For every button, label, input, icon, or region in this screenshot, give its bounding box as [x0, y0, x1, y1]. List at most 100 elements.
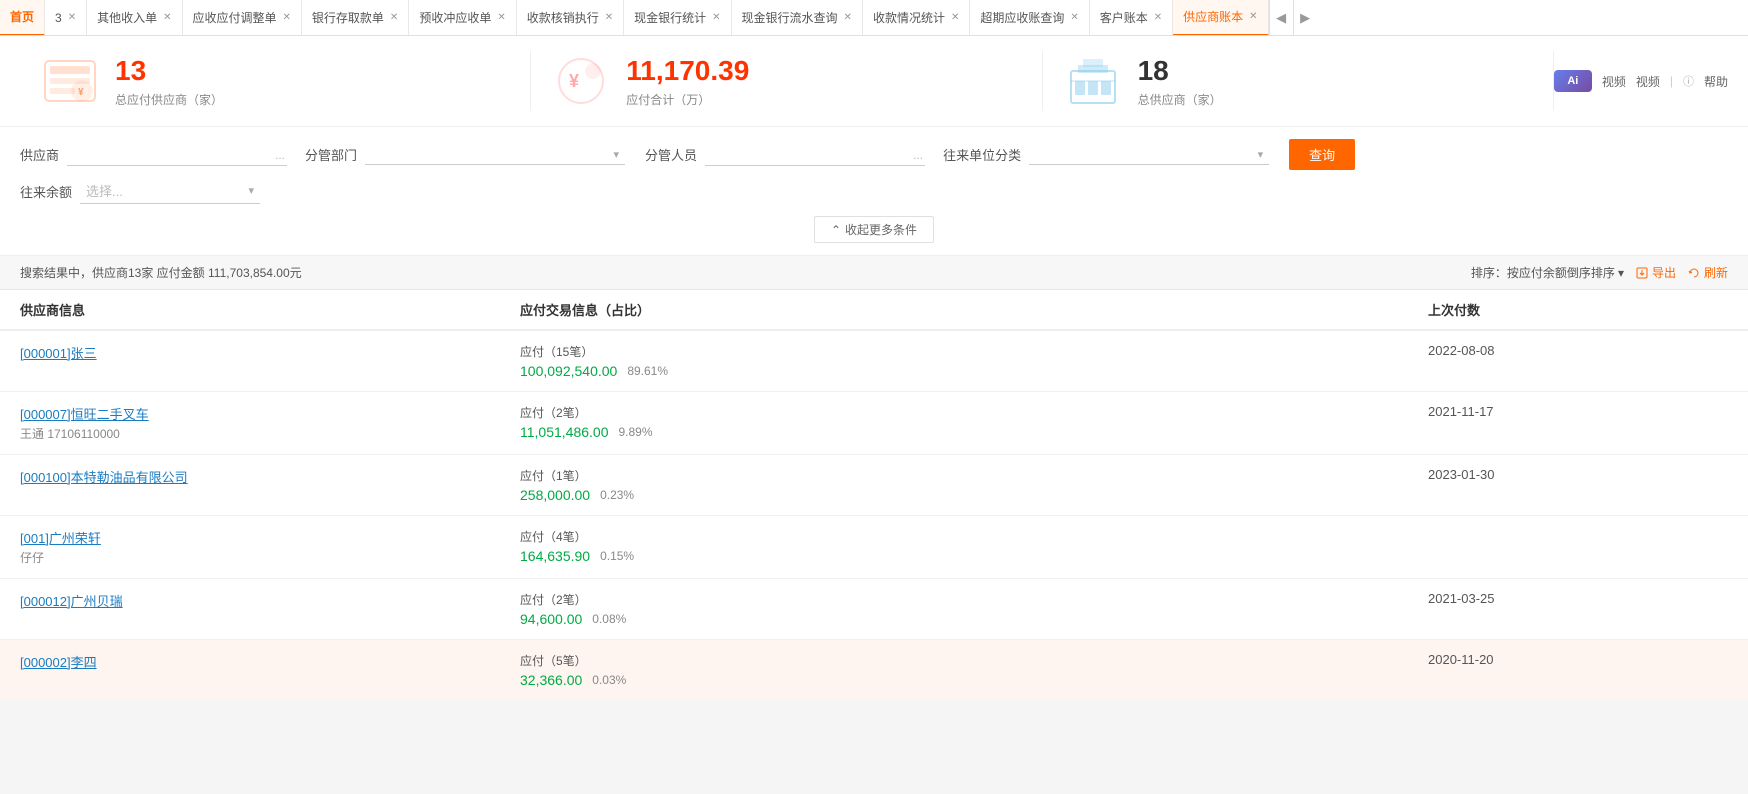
tx-label: 应付（5笔）	[520, 652, 1428, 669]
query-button[interactable]: 查询	[1289, 139, 1355, 170]
video-label[interactable]: 视频	[1636, 73, 1660, 90]
supplier-link[interactable]: [000100]本特勒油品有限公司	[20, 467, 520, 486]
supplier-link[interactable]: [001]广州荣轩	[20, 528, 520, 547]
chevron-down-icon: ▾	[1618, 266, 1624, 280]
nav-tab-label: 超期应收账查询	[980, 9, 1064, 26]
tx-label: 应付（2笔）	[520, 591, 1428, 608]
collapse-icon: ⌃	[831, 223, 841, 237]
nav-tab-overdue-ar[interactable]: 超期应收账查询 ✕	[970, 0, 1089, 36]
nav-tab-label: 收款核销执行	[527, 9, 599, 26]
help-icon: ⓘ	[1683, 73, 1694, 89]
nav-tab-cash-bank-stat[interactable]: 现金银行统计 ✕	[624, 0, 731, 36]
filter-dept: 分管部门 ▾	[305, 145, 625, 165]
filter-supplier: 供应商 ...	[20, 144, 285, 166]
nav-tab-receipt-stat[interactable]: 收款情况统计 ✕	[863, 0, 970, 36]
table-row: [000002]李四 应付（5笔） 32,366.00 0.03% 2020-1…	[0, 640, 1748, 700]
nav-tab-prepay-offset[interactable]: 预收冲应收单 ✕	[409, 0, 516, 36]
nav-tab-bank-deposit[interactable]: 银行存取款单 ✕	[302, 0, 409, 36]
supplier-cell: [000012]广州贝瑞	[20, 591, 520, 627]
chevron-down-icon: ▾	[248, 184, 254, 197]
nav-tab-receipt-exec[interactable]: 收款核销执行 ✕	[517, 0, 624, 36]
close-icon[interactable]: ✕	[844, 12, 852, 23]
nav-tab-label: 现金银行流水查询	[742, 9, 838, 26]
close-icon[interactable]: ✕	[163, 12, 171, 23]
nav-next-arrow[interactable]: ▶	[1293, 0, 1317, 36]
nav-tab-label: 现金银行统计	[634, 9, 706, 26]
filter-person: 分管人员 ...	[645, 144, 923, 166]
close-icon[interactable]: ✕	[605, 12, 613, 23]
close-icon[interactable]: ✕	[390, 12, 398, 23]
ai-badge[interactable]: Ai	[1554, 70, 1592, 92]
supplier-cell: [000007]恒旺二手叉车 王通 17106110000	[20, 404, 520, 442]
tx-cell: 应付（5笔） 32,366.00 0.03%	[520, 652, 1428, 688]
last-pay-date: 2020-11-20	[1428, 652, 1494, 667]
last-pay-date: 2022-08-08	[1428, 343, 1495, 358]
tx-row: 94,600.00 0.08%	[520, 611, 1428, 627]
export-button[interactable]: 导出	[1636, 264, 1676, 281]
nav-prev-arrow[interactable]: ◀	[1269, 0, 1293, 36]
total-supplier-icon	[1063, 51, 1123, 111]
header-actions: Ai 视频 视频 | ⓘ 帮助	[1554, 70, 1728, 92]
supplier-sub: 仔仔	[20, 549, 520, 566]
nav-tab-label: 收款情况统计	[873, 9, 945, 26]
supplier-link[interactable]: [000001]张三	[20, 343, 520, 362]
nav-tab-other-income[interactable]: 其他收入单 ✕	[87, 0, 182, 36]
category-filter-label: 往来单位分类	[943, 145, 1021, 164]
ap-supplier-icon: ¥	[40, 51, 100, 111]
tx-amount: 164,635.90	[520, 548, 590, 564]
close-icon[interactable]: ✕	[712, 12, 720, 23]
stat-block-total-suppliers: 18 总供应商（家）	[1043, 51, 1554, 111]
supplier-link[interactable]: [000002]李四	[20, 652, 520, 671]
refresh-icon	[1688, 267, 1700, 279]
tx-row: 11,051,486.00 9.89%	[520, 424, 1428, 440]
tx-row: 100,092,540.00 89.61%	[520, 363, 1428, 379]
ap-total-icon: ¥	[551, 51, 611, 111]
video-link[interactable]: 视频	[1602, 73, 1626, 90]
tx-cell: 应付（2笔） 11,051,486.00 9.89%	[520, 404, 1428, 442]
balance-select-placeholder: 选择...	[86, 181, 248, 200]
balance-filter-select[interactable]: 选择... ▾	[80, 178, 260, 204]
tx-cell: 应付（15笔） 100,092,540.00 89.61%	[520, 343, 1428, 379]
nav-tab-label: 预收冲应收单	[419, 9, 491, 26]
tx-percent: 0.08%	[592, 612, 626, 626]
sep: |	[1670, 74, 1673, 88]
refresh-button[interactable]: 刷新	[1688, 264, 1728, 281]
person-filter-input[interactable]	[705, 144, 925, 166]
tx-label: 应付（15笔）	[520, 343, 1428, 360]
category-filter-select[interactable]: ▾	[1029, 145, 1269, 165]
nav-tab-3[interactable]: 3 ✕	[45, 0, 87, 36]
supplier-filter-input[interactable]	[67, 144, 287, 166]
close-icon[interactable]: ✕	[951, 12, 959, 23]
stats-header: ¥ 13 总应付供应商（家） ¥ 11,170.39 应付合计（万）	[0, 36, 1748, 127]
tx-amount: 11,051,486.00	[520, 424, 609, 440]
close-icon[interactable]: ✕	[283, 12, 291, 23]
collapse-button[interactable]: ⌃ 收起更多条件	[814, 216, 934, 243]
last-pay-cell	[1428, 528, 1728, 566]
close-icon[interactable]: ✕	[1249, 11, 1257, 22]
supplier-link[interactable]: [000012]广州贝瑞	[20, 591, 520, 610]
tx-cell: 应付（2笔） 94,600.00 0.08%	[520, 591, 1428, 627]
top-navigation: 首页 3 ✕ 其他收入单 ✕ 应收应付调整单 ✕ 银行存取款单 ✕ 预收冲应收单…	[0, 0, 1748, 36]
person-filter-label: 分管人员	[645, 145, 697, 164]
nav-tab-cash-flow-query[interactable]: 现金银行流水查询 ✕	[732, 0, 863, 36]
nav-tab-customer-ledger[interactable]: 客户账本 ✕	[1090, 0, 1173, 36]
filter-balance: 往来余额 选择... ▾	[20, 178, 260, 204]
close-icon[interactable]: ✕	[1070, 12, 1078, 23]
stat-num-ap-total: 11,170.39	[626, 55, 749, 87]
stat-block-ap-suppliers: ¥ 13 总应付供应商（家）	[20, 51, 531, 111]
nav-tab-supplier-ledger[interactable]: 供应商账本 ✕	[1173, 0, 1268, 36]
help-label[interactable]: 帮助	[1704, 73, 1728, 90]
close-icon[interactable]: ✕	[1154, 12, 1162, 23]
supplier-link[interactable]: [000007]恒旺二手叉车	[20, 404, 520, 423]
sort-button[interactable]: 排序：按应付余额倒序排序 ▾	[1471, 264, 1624, 281]
filter-row-2: 往来余额 选择... ▾	[20, 178, 1728, 204]
supplier-cell: [000001]张三	[20, 343, 520, 379]
close-icon[interactable]: ✕	[68, 12, 76, 23]
close-icon[interactable]: ✕	[497, 12, 505, 23]
nav-tab-ar-ap-adjust[interactable]: 应收应付调整单 ✕	[183, 0, 302, 36]
dept-filter-select[interactable]: ▾	[365, 145, 625, 165]
last-pay-cell: 2021-03-25	[1428, 591, 1728, 627]
stat-label-total-suppliers: 总供应商（家）	[1138, 91, 1222, 108]
last-pay-cell: 2020-11-20	[1428, 652, 1728, 688]
nav-tab-home[interactable]: 首页	[0, 0, 45, 36]
